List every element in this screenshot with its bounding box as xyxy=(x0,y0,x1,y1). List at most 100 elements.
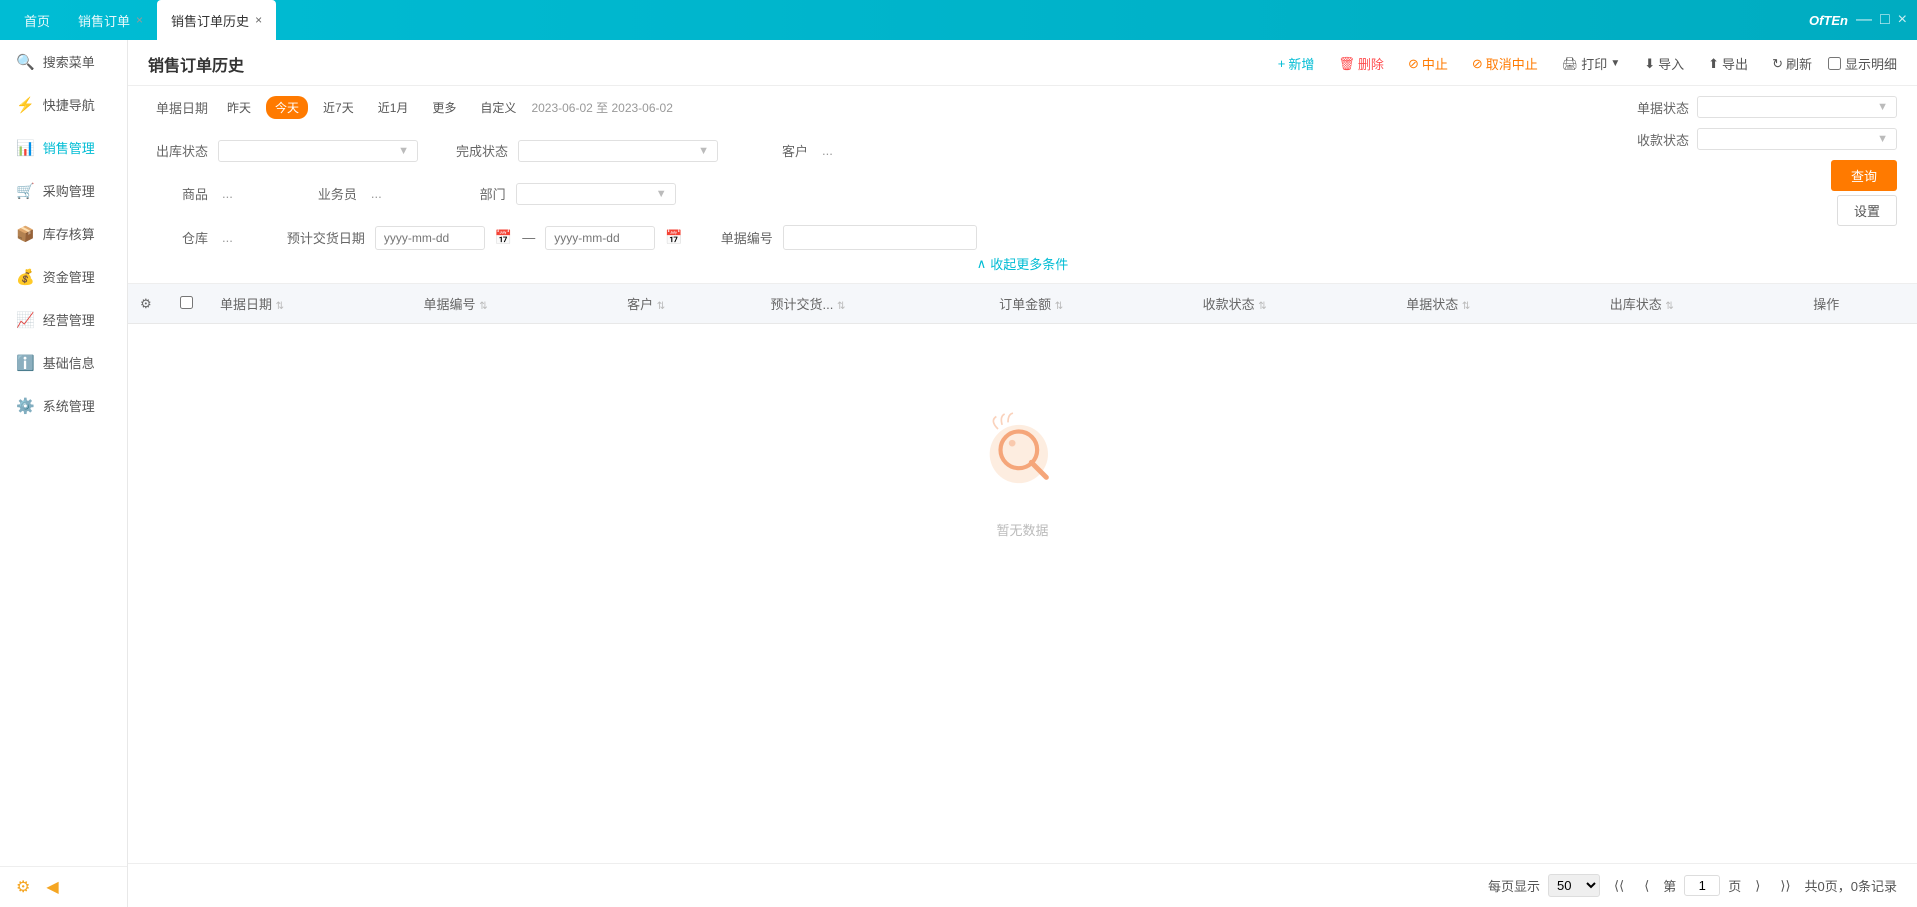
page-header: 销售订单历史 + 新增 🗑 删除 ⊘ 中止 ⊘ 取消中止 xyxy=(128,40,1917,86)
win-close-btn[interactable]: × xyxy=(1898,11,1907,29)
purchase-icon: 🛒 xyxy=(16,182,35,200)
col-settings[interactable]: ⚙ xyxy=(128,284,168,324)
sidebar-item-search[interactable]: 🔍 搜索菜单 xyxy=(0,40,127,83)
col-amount-label: 订单金额 xyxy=(999,297,1051,312)
tab-sales-order-close[interactable]: × xyxy=(136,13,143,27)
col-customer-sort[interactable]: ⇅ xyxy=(657,301,665,312)
col-outbound-status-sort[interactable]: ⇅ xyxy=(1665,301,1673,312)
sidebar-item-purchase[interactable]: 🛒 采购管理 xyxy=(0,169,127,212)
pagination: 每页显示 10 20 50 100 ⟨⟨ ⟨ 第 页 ⟩ ⟩⟩ 共0页，0条记录 xyxy=(128,863,1917,907)
outbound-status-select[interactable]: ▼ xyxy=(218,140,418,162)
col-checkbox[interactable] xyxy=(168,284,208,324)
new-button[interactable]: + 新增 xyxy=(1270,50,1323,77)
tab-sales-order[interactable]: 销售订单 × xyxy=(64,0,157,40)
next-page-btn[interactable]: ⟩ xyxy=(1749,876,1766,896)
sidebar-item-finance[interactable]: 💰 资金管理 xyxy=(0,255,127,298)
first-page-btn[interactable]: ⟨⟨ xyxy=(1608,876,1630,896)
col-date-sort[interactable]: ⇅ xyxy=(276,301,284,312)
toolbar: + 新增 🗑 删除 ⊘ 中止 ⊘ 取消中止 🖨 打印 xyxy=(1270,50,1897,77)
date-btn-today[interactable]: 今天 xyxy=(266,96,308,119)
outbound-label: 出库状态 xyxy=(148,141,208,160)
tab-home[interactable]: 首页 xyxy=(10,0,64,40)
date-btn-7days[interactable]: 近7天 xyxy=(314,96,363,119)
col-amount[interactable]: 订单金额 ⇅ xyxy=(987,284,1191,324)
col-delivery-sort[interactable]: ⇅ xyxy=(837,301,845,312)
col-delivery[interactable]: 预计交货... ⇅ xyxy=(759,284,988,324)
customer-dots[interactable]: ... xyxy=(818,139,837,162)
date-btn-1month[interactable]: 近1月 xyxy=(369,96,418,119)
sidebar-item-system[interactable]: ⚙️ 系统管理 xyxy=(0,384,127,427)
doc-number-label: 单据编号 xyxy=(713,228,773,247)
tab-sales-history-close[interactable]: × xyxy=(255,13,262,27)
prev-page-btn[interactable]: ⟨ xyxy=(1638,876,1655,896)
page-size-select[interactable]: 10 20 50 100 xyxy=(1548,874,1600,897)
delivery-label: 预计交货日期 xyxy=(287,228,365,247)
delivery-from-input[interactable] xyxy=(375,226,485,250)
doc-status-select[interactable]: ▼ xyxy=(1697,96,1897,118)
col-customer-label: 客户 xyxy=(627,297,653,312)
select-all-checkbox[interactable] xyxy=(180,296,193,309)
col-receipt-status-sort[interactable]: ⇅ xyxy=(1258,301,1266,312)
sidebar-item-quicknav[interactable]: ⚡ 快捷导航 xyxy=(0,83,127,126)
delivery-to-input[interactable] xyxy=(545,226,655,250)
refresh-button[interactable]: ↻ 刷新 xyxy=(1764,50,1820,77)
print-button[interactable]: 🖨 打印 ▼ xyxy=(1554,50,1628,77)
warehouse-dots[interactable]: ... xyxy=(218,226,237,249)
sidebar-item-operations[interactable]: 📈 经营管理 xyxy=(0,298,127,341)
col-amount-sort[interactable]: ⇅ xyxy=(1055,301,1063,312)
col-doc-status[interactable]: 单据状态 ⇅ xyxy=(1394,284,1598,324)
tab-sales-history[interactable]: 销售订单历史 × xyxy=(157,0,276,40)
col-receipt-status[interactable]: 收款状态 ⇅ xyxy=(1191,284,1395,324)
sidebar-item-basic-info-label: 基础信息 xyxy=(43,353,95,372)
new-icon: + xyxy=(1278,56,1286,71)
date-btn-custom[interactable]: 自定义 xyxy=(471,96,525,119)
col-number-sort[interactable]: ⇅ xyxy=(479,301,487,312)
goods-dots[interactable]: ... xyxy=(218,182,237,205)
sidebar-item-sales[interactable]: 📊 销售管理 xyxy=(0,126,127,169)
date-btn-more[interactable]: 更多 xyxy=(423,96,465,119)
stop-icon: ⊘ xyxy=(1408,56,1419,72)
display-toggle[interactable]: 显示明细 xyxy=(1828,54,1897,73)
date-range: 2023-06-02 至 2023-06-02 xyxy=(531,99,672,116)
doc-number-input[interactable] xyxy=(783,225,977,250)
export-button[interactable]: ⬆ 导出 xyxy=(1700,50,1756,77)
col-date[interactable]: 单据日期 ⇅ xyxy=(208,284,412,324)
import-label: 导入 xyxy=(1658,54,1684,73)
sidebar-item-basic-info[interactable]: ℹ️ 基础信息 xyxy=(0,341,127,384)
col-doc-status-sort[interactable]: ⇅ xyxy=(1462,301,1470,312)
empty-text: 暂无数据 xyxy=(996,520,1048,539)
page-number-input[interactable] xyxy=(1684,875,1720,896)
collapse-filter-btn[interactable]: ∧ 收起更多条件 xyxy=(148,250,1897,273)
collapse-sidebar-icon[interactable]: ◀ xyxy=(46,877,58,897)
col-customer[interactable]: 客户 ⇅ xyxy=(615,284,758,324)
settings-button[interactable]: 设置 xyxy=(1837,195,1897,226)
col-outbound-status[interactable]: 出库状态 ⇅ xyxy=(1598,284,1802,324)
win-maximize-btn[interactable]: □ xyxy=(1880,11,1890,29)
cal-to-icon[interactable]: 📅 xyxy=(665,229,682,246)
import-button[interactable]: ⬇ 导入 xyxy=(1636,50,1692,77)
filter-row-goods: 商品 ... 业务员 ... 部门 ▼ xyxy=(148,182,1613,205)
col-outbound-status-label: 出库状态 xyxy=(1610,297,1662,312)
col-date-label: 单据日期 xyxy=(220,297,272,312)
dept-select[interactable]: ▼ xyxy=(516,183,676,205)
export-label: 导出 xyxy=(1722,54,1748,73)
date-btn-yesterday[interactable]: 昨天 xyxy=(218,96,260,119)
cal-from-icon[interactable]: 📅 xyxy=(495,229,512,246)
col-number[interactable]: 单据编号 ⇅ xyxy=(412,284,616,324)
quicknav-icon: ⚡ xyxy=(16,96,35,114)
filter-row-status: 出库状态 ▼ 完成状态 ▼ 客户 ... xyxy=(148,139,1613,162)
query-button[interactable]: 查询 xyxy=(1831,160,1897,191)
salesperson-dots[interactable]: ... xyxy=(367,182,386,205)
receipt-status-select[interactable]: ▼ xyxy=(1697,128,1897,150)
delete-button[interactable]: 🗑 删除 xyxy=(1330,50,1392,77)
cancel-stop-button[interactable]: ⊘ 取消中止 xyxy=(1464,50,1546,77)
complete-status-select[interactable]: ▼ xyxy=(518,140,718,162)
stop-button[interactable]: ⊘ 中止 xyxy=(1400,50,1456,77)
win-minimize-btn[interactable]: — xyxy=(1856,11,1872,29)
system-icon: ⚙️ xyxy=(16,397,35,415)
settings-col-icon[interactable]: ⚙ xyxy=(140,296,152,311)
sidebar-item-inventory[interactable]: 📦 库存核算 xyxy=(0,212,127,255)
last-page-btn[interactable]: ⟩⟩ xyxy=(1774,876,1796,896)
display-toggle-checkbox[interactable] xyxy=(1828,57,1841,70)
settings-bottom-icon[interactable]: ⚙ xyxy=(16,877,30,897)
